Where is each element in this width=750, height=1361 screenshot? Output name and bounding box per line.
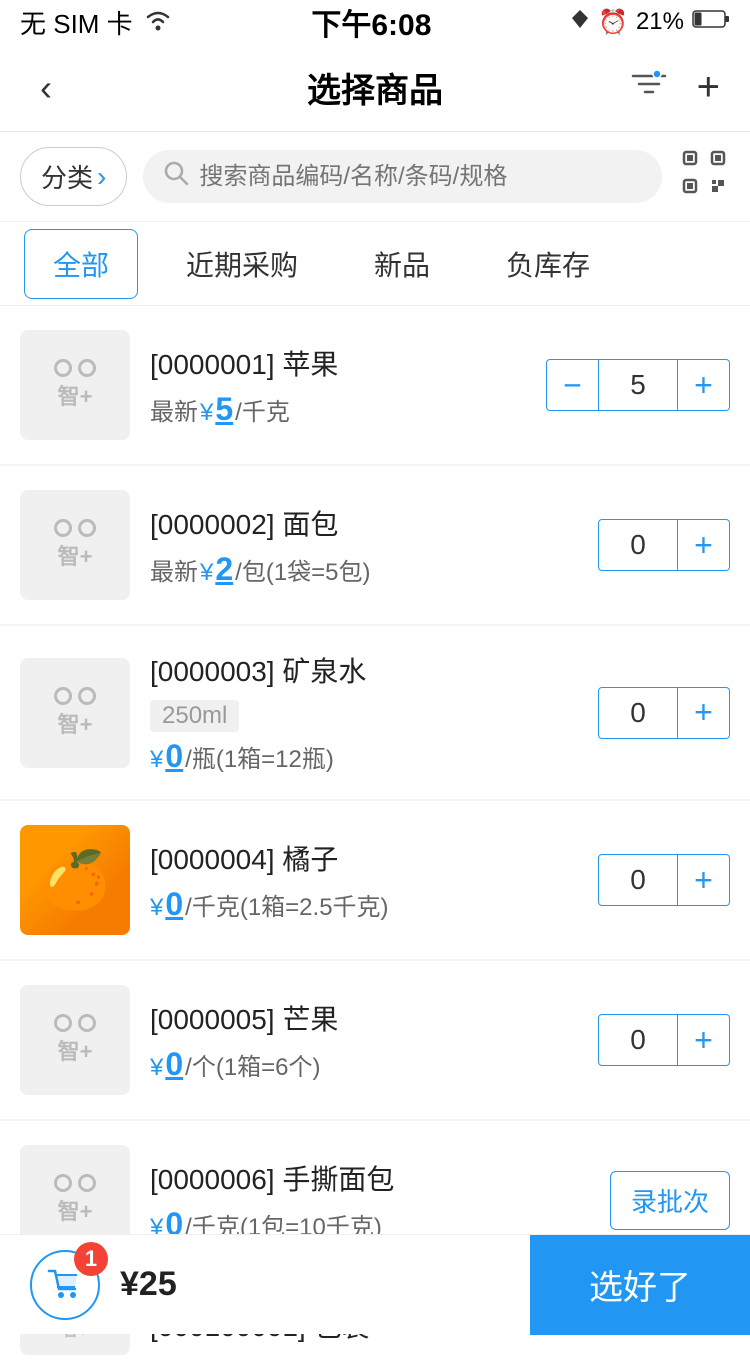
- product-info: [0000001] 苹果 最新 ¥ 5 /千克: [150, 343, 526, 428]
- price-yen: ¥: [150, 1054, 163, 1082]
- product-price: ¥ 0 /千克(1箱=2.5千克): [150, 886, 578, 923]
- product-price: 最新 ¥ 5 /千克: [150, 391, 526, 428]
- product-name: [0000001] 苹果: [150, 343, 526, 383]
- back-button[interactable]: ‹: [30, 57, 62, 119]
- tab-new[interactable]: 新品: [346, 230, 458, 298]
- category-label: 分类: [41, 158, 93, 195]
- nav-right-icons: +: [631, 65, 720, 110]
- product-info: [0000002] 面包 最新 ¥ 2 /包(1袋=5包): [150, 503, 578, 588]
- cart-section: 1 ¥25: [0, 1250, 530, 1320]
- quantity-control: +: [598, 519, 730, 571]
- product-image: 智+: [20, 658, 130, 768]
- scan-icon[interactable]: [678, 150, 730, 203]
- tabs-row: 全部 近期采购 新品 负库存: [0, 222, 750, 306]
- list-item: 智+ [0000005] 芒果 ¥ 0 /个(1箱=6个) +: [0, 961, 750, 1119]
- filter-row: 分类 ›: [0, 132, 750, 222]
- product-price: ¥ 0 /个(1箱=6个): [150, 1046, 578, 1083]
- filter-icon[interactable]: [631, 68, 667, 108]
- wifi-icon: [143, 7, 173, 38]
- confirm-button[interactable]: 选好了: [530, 1235, 750, 1335]
- product-price: 最新 ¥ 2 /包(1袋=5包): [150, 551, 578, 588]
- price-value: 0: [165, 1046, 183, 1083]
- price-unit: /千克(1箱=2.5千克): [185, 887, 388, 922]
- product-name: [0000005] 芒果: [150, 998, 578, 1038]
- list-item: 🍊 [0000004] 橘子 ¥ 0 /千克(1箱=2.5千克) +: [0, 801, 750, 959]
- price-yen: ¥: [150, 894, 163, 922]
- product-info: [0000006] 手撕面包 ¥ 0 /千克(1包=10千克): [150, 1158, 590, 1243]
- price-label: 最新: [150, 392, 198, 427]
- category-button[interactable]: 分类 ›: [20, 147, 127, 206]
- quantity-input[interactable]: [598, 1014, 678, 1066]
- record-batch-button[interactable]: 录批次: [610, 1171, 730, 1230]
- bottom-bar: 1 ¥25 选好了: [0, 1234, 750, 1334]
- search-icon: [163, 160, 189, 193]
- price-unit: /个(1箱=6个): [185, 1047, 320, 1082]
- quantity-control: +: [598, 854, 730, 906]
- list-item: 智+ [0000001] 苹果 最新 ¥ 5 /千克 − +: [0, 306, 750, 464]
- quantity-control: − +: [546, 359, 730, 411]
- price-yen: ¥: [150, 746, 163, 774]
- price-yen: ¥: [200, 399, 213, 427]
- status-left: 无 SIM 卡: [20, 4, 173, 41]
- product-image: 智+: [20, 985, 130, 1095]
- no-sim-text: 无 SIM 卡: [20, 4, 133, 41]
- status-time: 下午6:08: [311, 0, 431, 44]
- price-label: 最新: [150, 552, 198, 587]
- price-unit: /瓶(1箱=12瓶): [185, 739, 334, 774]
- product-price: ¥ 0 /瓶(1箱=12瓶): [150, 738, 578, 775]
- tab-negative[interactable]: 负库存: [478, 230, 618, 298]
- price-value: 0: [165, 886, 183, 923]
- quantity-input[interactable]: [598, 854, 678, 906]
- category-arrow: ›: [97, 161, 106, 193]
- price-unit: /千克: [235, 392, 290, 427]
- location-icon: [570, 8, 590, 37]
- price-value: 2: [215, 551, 233, 588]
- product-info: [0000003] 矿泉水 250ml ¥ 0 /瓶(1箱=12瓶): [150, 650, 578, 775]
- price-value: 0: [165, 738, 183, 775]
- list-item: 智+ [0000003] 矿泉水 250ml ¥ 0 /瓶(1箱=12瓶) +: [0, 626, 750, 799]
- search-input[interactable]: [199, 163, 642, 191]
- quantity-input[interactable]: [598, 359, 678, 411]
- quantity-input[interactable]: [598, 687, 678, 739]
- quantity-input[interactable]: [598, 519, 678, 571]
- price-value: 5: [215, 391, 233, 428]
- battery-percent: 21%: [636, 8, 684, 36]
- product-name: [0000004] 橘子: [150, 838, 578, 878]
- product-name: [0000006] 手撕面包: [150, 1158, 590, 1198]
- search-box: [143, 150, 662, 203]
- price-unit: /包(1袋=5包): [235, 552, 370, 587]
- product-spec: 250ml: [150, 700, 239, 732]
- cart-icon[interactable]: 1: [30, 1250, 100, 1320]
- product-info: [0000005] 芒果 ¥ 0 /个(1箱=6个): [150, 998, 578, 1083]
- quantity-increase-button[interactable]: +: [678, 359, 730, 411]
- quantity-increase-button[interactable]: +: [678, 1014, 730, 1066]
- nav-bar: ‹ 选择商品 +: [0, 44, 750, 132]
- add-icon[interactable]: +: [697, 65, 720, 110]
- quantity-increase-button[interactable]: +: [678, 687, 730, 739]
- product-list: 智+ [0000001] 苹果 最新 ¥ 5 /千克 − +: [0, 306, 750, 1361]
- quantity-decrease-button[interactable]: −: [546, 359, 598, 411]
- product-name: [0000002] 面包: [150, 503, 578, 543]
- product-image: 智+: [20, 330, 130, 440]
- price-yen: ¥: [200, 559, 213, 587]
- list-item: 智+ [0000002] 面包 最新 ¥ 2 /包(1袋=5包) +: [0, 466, 750, 624]
- product-info: [0000004] 橘子 ¥ 0 /千克(1箱=2.5千克): [150, 838, 578, 923]
- battery-icon: [692, 8, 730, 36]
- product-name: [0000003] 矿泉水: [150, 650, 578, 690]
- quantity-control: +: [598, 687, 730, 739]
- product-image: 智+: [20, 490, 130, 600]
- tab-recent[interactable]: 近期采购: [158, 230, 326, 298]
- quantity-increase-button[interactable]: +: [678, 519, 730, 571]
- quantity-control: +: [598, 1014, 730, 1066]
- status-bar: 无 SIM 卡 下午6:08 ⏰ 21%: [0, 0, 750, 44]
- cart-total: ¥25: [120, 1265, 177, 1304]
- product-image: 🍊: [20, 825, 130, 935]
- quantity-increase-button[interactable]: +: [678, 854, 730, 906]
- tab-all[interactable]: 全部: [24, 229, 138, 299]
- alarm-icon: ⏰: [598, 8, 628, 37]
- page-title: 选择商品: [307, 63, 443, 112]
- cart-badge: 1: [74, 1242, 108, 1276]
- status-right: ⏰ 21%: [570, 8, 730, 37]
